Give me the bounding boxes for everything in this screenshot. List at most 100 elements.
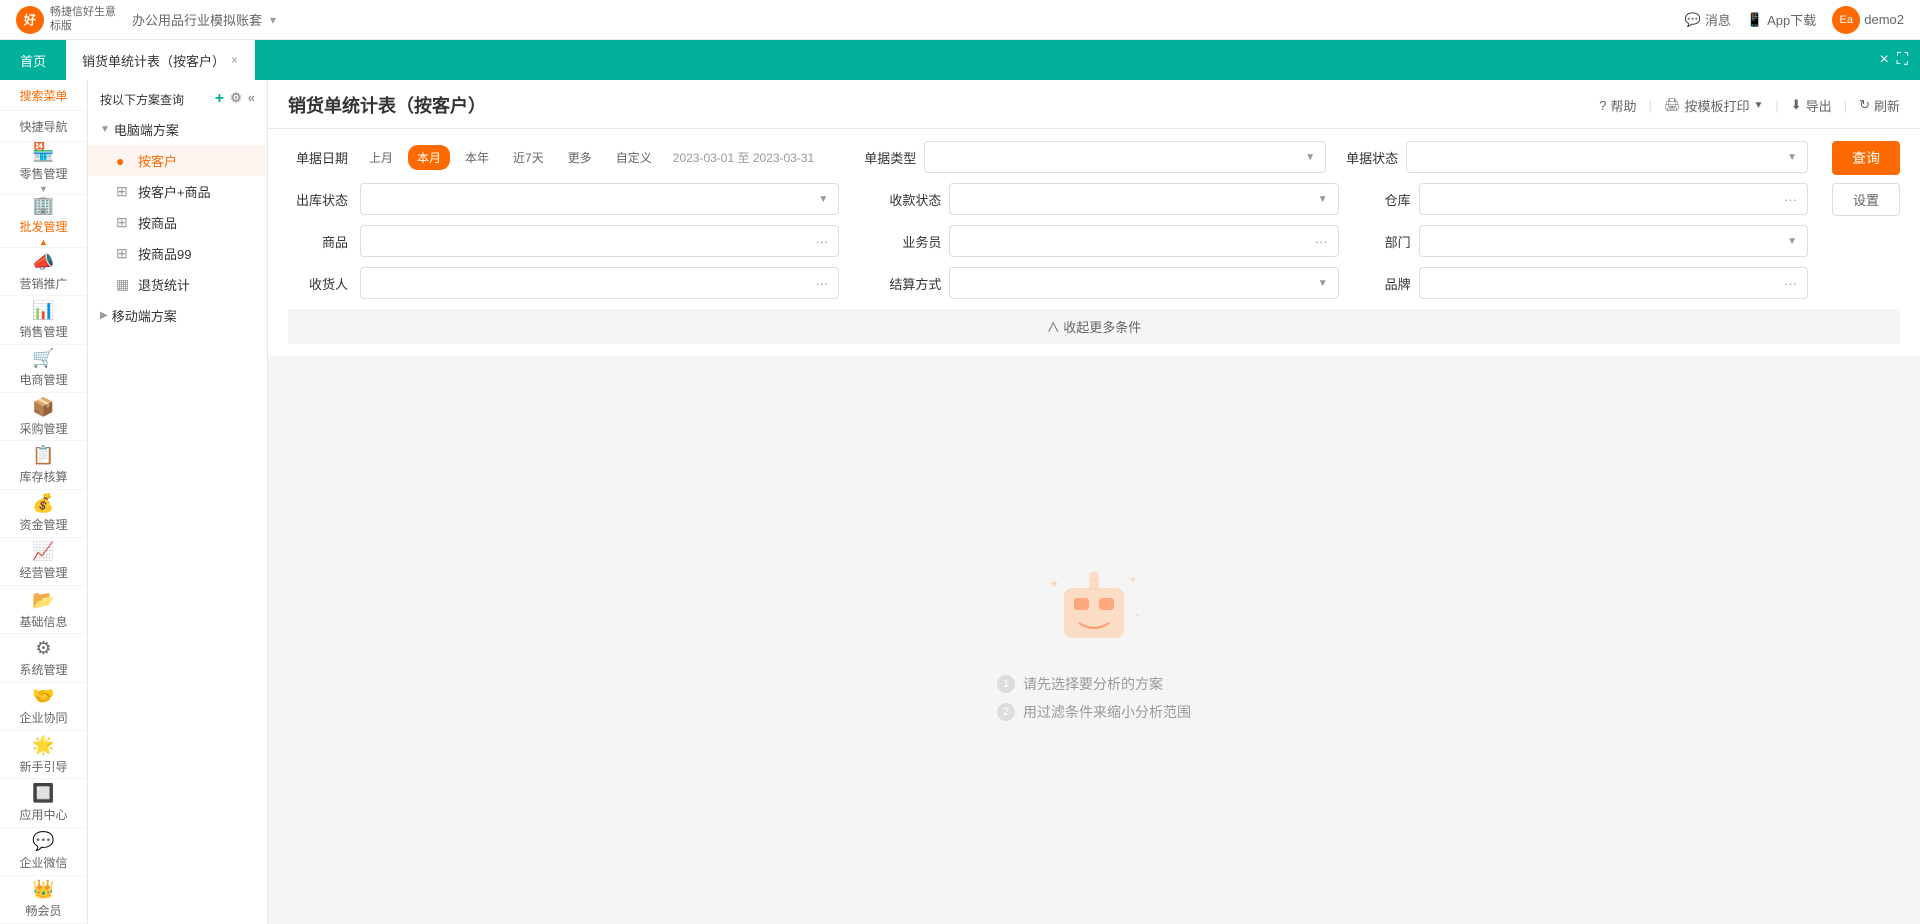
tab-actions: × ⛶: [1867, 51, 1920, 69]
print-icon: 🖨: [1664, 97, 1681, 113]
wechat-icon: 💬: [32, 831, 54, 852]
sidebar-item-procurement[interactable]: 📦 采购管理: [0, 393, 87, 441]
payment-status-label: 收款状态: [881, 190, 941, 209]
sidebar-item-system[interactable]: ⚙ 系统管理: [0, 634, 87, 682]
receiver-input[interactable]: ···: [360, 267, 839, 299]
sidebar-quick-nav[interactable]: 快捷导航: [0, 111, 87, 142]
payment-status-select[interactable]: ▼: [949, 183, 1338, 215]
sidebar-search[interactable]: 搜索菜单: [0, 80, 87, 111]
logo-area: 好 畅捷信好生意 标版: [16, 6, 116, 34]
scheme-g-icon: ⊞: [116, 214, 134, 231]
add-scheme-btn[interactable]: +: [215, 90, 224, 108]
pc-group-toggle[interactable]: ▼ 电脑端方案: [88, 114, 267, 145]
scheme-by-goods-99[interactable]: ⊞ 按商品99: [88, 238, 267, 269]
empty-tip-2: 2 用过滤条件来缩小分析范围: [997, 702, 1191, 722]
brand-dots[interactable]: ···: [1784, 276, 1797, 291]
date-this-month-btn[interactable]: 本月: [408, 145, 450, 170]
filter-row-3: 商品 ··· 业务员 ···: [288, 225, 1808, 257]
settings-scheme-btn[interactable]: ⚙: [230, 90, 242, 108]
collapse-panel-btn[interactable]: «: [248, 90, 255, 108]
sidebar-item-newbie[interactable]: 🌟 新手引导: [0, 731, 87, 779]
date-last-month-btn[interactable]: 上月: [360, 145, 402, 170]
date-this-year-btn[interactable]: 本年: [456, 145, 498, 170]
scheme-by-goods[interactable]: ⊞ 按商品: [88, 207, 267, 238]
sidebar-item-basic[interactable]: 📂 基础信息: [0, 586, 87, 634]
bill-status-select[interactable]: ▼: [1406, 141, 1808, 173]
user-menu[interactable]: Ea demo2: [1832, 6, 1904, 34]
sidebar-item-marketing[interactable]: 📣 营销推广: [0, 248, 87, 296]
refresh-btn[interactable]: ↻ 刷新: [1859, 96, 1900, 115]
date-custom-btn[interactable]: 自定义: [607, 145, 661, 170]
help-icon: ?: [1599, 98, 1606, 113]
tab-maximize-btn[interactable]: ⛶: [1897, 51, 1908, 69]
receiver-dots[interactable]: ···: [815, 276, 828, 291]
collapse-row[interactable]: ∧ 收起更多条件: [288, 309, 1900, 344]
wholesale-arrow: ▲: [39, 237, 48, 247]
print-dropdown-icon: ▼: [1753, 100, 1763, 111]
scheme-return-icon: ▦: [116, 276, 134, 293]
salesperson-input[interactable]: ···: [949, 225, 1338, 257]
tip-num-1: 1: [997, 675, 1015, 693]
sidebar-item-wholesale[interactable]: 🏢 批发管理 ▲: [0, 195, 87, 248]
mobile-group-toggle[interactable]: ▶ 移动端方案: [88, 300, 267, 331]
goods-input[interactable]: ···: [360, 225, 839, 257]
app-download-btn[interactable]: 📱 App下载: [1747, 10, 1816, 29]
settlement-label: 结算方式: [881, 274, 941, 293]
brand-input[interactable]: ···: [1419, 267, 1808, 299]
sidebar-item-apps[interactable]: 🔲 应用中心: [0, 779, 87, 827]
sidebar-item-ecommerce[interactable]: 🛒 电商管理: [0, 345, 87, 393]
date-label: 单据日期: [288, 148, 348, 167]
topbar-dropdown-icon[interactable]: ▾: [270, 13, 276, 27]
sidebar-item-operations[interactable]: 📈 经营管理: [0, 538, 87, 586]
sidebar-item-enterprise[interactable]: 🤝 企业协同: [0, 683, 87, 731]
tip-num-2: 2: [997, 703, 1015, 721]
sidebar-item-wechat[interactable]: 💬 企业微信: [0, 828, 87, 876]
topbar: 好 畅捷信好生意 标版 办公用品行业模拟账套 ▾ 💬 消息 📱 App下载 Ea…: [0, 0, 1920, 40]
date-last7-btn[interactable]: 近7天: [504, 145, 553, 170]
scheme-cg-icon: ⊞: [116, 183, 134, 200]
sidebar-item-member[interactable]: 👑 畅会员: [0, 876, 87, 924]
sidebar-item-inventory[interactable]: 📋 库存核算: [0, 441, 87, 489]
refresh-icon: ↻: [1859, 97, 1870, 113]
empty-tips: 1 请先选择要分析的方案 2 用过滤条件来缩小分析范围: [997, 674, 1191, 722]
department-select[interactable]: ▼: [1419, 225, 1808, 257]
retail-icon: 🏪: [32, 142, 54, 163]
filter-row-4: 收货人 ··· 结算方式 ▼: [288, 267, 1808, 299]
bill-type-select[interactable]: ▼: [924, 141, 1326, 173]
date-more-btn[interactable]: 更多: [559, 145, 601, 170]
sidebar-item-finance[interactable]: 💰 资金管理: [0, 490, 87, 538]
setting-btn[interactable]: 设置: [1832, 183, 1900, 216]
export-btn[interactable]: ⬇ 导出: [1791, 96, 1832, 115]
help-btn[interactable]: ? 帮助: [1599, 96, 1636, 115]
topbar-right: 💬 消息 📱 App下载 Ea demo2: [1685, 6, 1904, 34]
warehouse-input[interactable]: ···: [1419, 183, 1808, 215]
scheme-by-customer[interactable]: ● 按客户: [88, 145, 267, 176]
receiver-label: 收货人: [288, 274, 348, 293]
sidebar-item-sales[interactable]: 📊 销售管理: [0, 296, 87, 344]
payment-status-arrow: ▼: [1318, 194, 1328, 205]
print-btn[interactable]: 🖨 按模板打印 ▼: [1664, 96, 1763, 115]
tab-close-icon[interactable]: ×: [231, 53, 238, 67]
tab-home[interactable]: 首页: [0, 40, 66, 80]
wholesale-icon: 🏢: [32, 195, 54, 216]
filter-row-2: 出库状态 ▼ 收款状态 ▼ 仓: [288, 183, 1808, 215]
message-btn[interactable]: 💬 消息: [1685, 10, 1731, 29]
svg-text:✦: ✦: [1049, 577, 1059, 591]
department-label: 部门: [1351, 232, 1411, 251]
scheme-return-stats[interactable]: ▦ 退货统计: [88, 269, 267, 300]
goods-dots[interactable]: ···: [815, 234, 828, 249]
goods-label: 商品: [288, 232, 348, 251]
out-status-select[interactable]: ▼: [360, 183, 839, 215]
sidebar-item-retail[interactable]: 🏪 零售管理 ▼: [0, 142, 87, 195]
mobile-group-arrow: ▶: [100, 310, 108, 321]
left-panel-actions: + ⚙ «: [215, 90, 255, 108]
tab-minimize-btn[interactable]: ×: [1879, 51, 1888, 69]
settlement-select[interactable]: ▼: [949, 267, 1338, 299]
scheme-by-customer-goods[interactable]: ⊞ 按客户+商品: [88, 176, 267, 207]
bill-type-arrow: ▼: [1305, 152, 1315, 163]
tab-active[interactable]: 销货单统计表（按客户） ×: [66, 40, 255, 80]
salesperson-dots[interactable]: ···: [1315, 234, 1328, 249]
bill-status-arrow: ▼: [1787, 152, 1797, 163]
warehouse-dots[interactable]: ···: [1784, 192, 1797, 207]
query-btn[interactable]: 查询: [1832, 141, 1900, 175]
